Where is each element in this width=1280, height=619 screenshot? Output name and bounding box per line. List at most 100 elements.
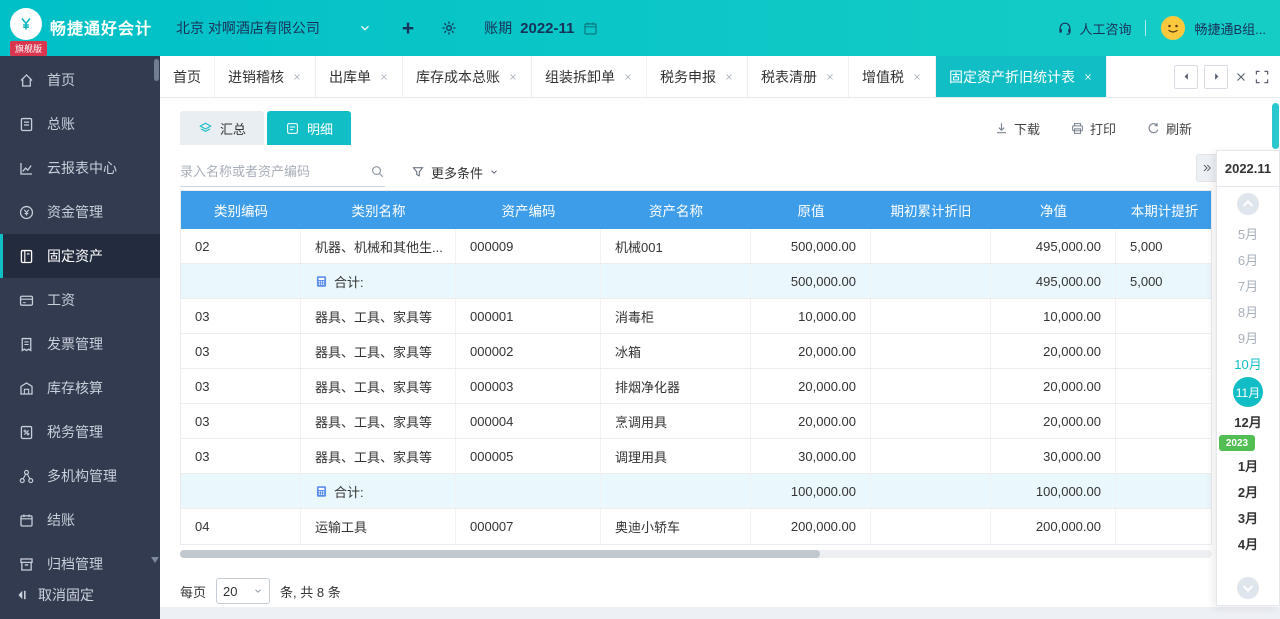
tab-close-icon[interactable]	[1083, 72, 1093, 82]
expand-toggle-button[interactable]	[1254, 69, 1270, 85]
tab-8[interactable]: 固定资产折旧统计表	[936, 56, 1107, 97]
month-item[interactable]: 7月	[1217, 273, 1279, 297]
search-icon[interactable]	[370, 164, 385, 179]
tab-2[interactable]: 出库单	[316, 56, 403, 97]
month-item[interactable]: 11月	[1217, 377, 1279, 407]
consult-label: 人工咨询	[1079, 19, 1131, 38]
tab-scroll-right-button[interactable]	[1204, 65, 1228, 89]
table-row[interactable]: 03器具、工具、家具等000003排烟净化器20,000.0020,000.00	[181, 369, 1211, 404]
per-page-select[interactable]: 20	[216, 578, 270, 604]
months-scroll-up-button[interactable]	[1237, 193, 1259, 215]
month-item[interactable]: 10月	[1217, 351, 1279, 375]
topbar-right: 人工咨询 畅捷通B组...	[1057, 15, 1280, 41]
tab-7[interactable]: 增值税	[849, 56, 936, 97]
consult-button[interactable]: 人工咨询	[1057, 19, 1131, 38]
table-subtotal-row: 合计:500,000.00495,000.005,000	[181, 264, 1211, 299]
month-item[interactable]: 9月	[1217, 325, 1279, 349]
table-cell: 10,000.00	[751, 299, 871, 333]
table-row[interactable]: 03器具、工具、家具等000002冰箱20,000.0020,000.00	[181, 334, 1211, 369]
table-cell	[1116, 299, 1213, 333]
tab-close-icon[interactable]	[724, 72, 734, 82]
month-item[interactable]: 3月	[1217, 505, 1279, 529]
tab-close-icon[interactable]	[379, 72, 389, 82]
funnel-icon	[411, 165, 425, 179]
view-tab-detail[interactable]: 明细	[267, 111, 351, 145]
table-cell	[871, 369, 991, 403]
horizontal-scrollbar-thumb[interactable]	[180, 550, 820, 558]
print-button[interactable]: 打印	[1070, 119, 1116, 138]
table-row[interactable]: 04运输工具000007奥迪小轿车200,000.00200,000.00	[181, 509, 1211, 544]
tab-scroll-left-button[interactable]	[1174, 65, 1198, 89]
tab-close-icon[interactable]	[912, 72, 922, 82]
tab-1[interactable]: 进销稽核	[215, 56, 316, 97]
months-scroll-down-button[interactable]	[1237, 577, 1259, 599]
table-cell: 30,000.00	[751, 439, 871, 473]
table-cell	[1116, 369, 1213, 403]
table-cell	[601, 264, 751, 298]
refresh-icon	[1146, 121, 1161, 136]
table-row[interactable]: 02机器、机械和其他生...000009机械001500,000.00495,0…	[181, 229, 1211, 264]
view-tab-summary[interactable]: 汇总	[180, 111, 264, 145]
sidebar-item-tax[interactable]: 税务管理	[0, 410, 160, 454]
sidebar-scroll-down-arrow[interactable]	[151, 557, 159, 563]
column-header: 类别名称	[301, 191, 456, 229]
sidebar-item-salary[interactable]: 工资	[0, 278, 160, 322]
table-row[interactable]: 03器具、工具、家具等000001消毒柜10,000.0010,000.00	[181, 299, 1211, 334]
period-panel: 2022.11 5月6月7月8月9月10月11月12月20231月2月3月4月	[1216, 150, 1280, 606]
month-item[interactable]: 12月	[1217, 409, 1279, 433]
sidebar-item-org[interactable]: 多机构管理	[0, 454, 160, 498]
unpin-sidebar-button[interactable]: 取消固定	[0, 581, 152, 609]
tab-strip: 首页进销稽核出库单库存成本总账组装拆卸单税务申报税表清册增值税固定资产折旧统计表	[160, 56, 1164, 97]
sidebar-scrollbar-thumb[interactable]	[154, 59, 159, 81]
month-item[interactable]: 6月	[1217, 247, 1279, 271]
more-conditions-button[interactable]: 更多条件	[411, 163, 499, 182]
tab-close-icon[interactable]	[623, 72, 633, 82]
month-item[interactable]: 2月	[1217, 479, 1279, 503]
sidebar-item-home[interactable]: 首页	[0, 58, 160, 102]
tab-close-icon[interactable]	[292, 72, 302, 82]
month-item[interactable]: 5月	[1217, 221, 1279, 245]
sidebar-item-closing[interactable]: 结账	[0, 498, 160, 542]
company-selector[interactable]: 北京 对啊酒店有限公司	[176, 18, 372, 38]
table-row[interactable]: 03器具、工具、家具等000005调理用具30,000.0030,000.00	[181, 439, 1211, 474]
user-name: 畅捷通B组...	[1194, 19, 1266, 38]
search-input[interactable]	[180, 164, 364, 179]
tab-5[interactable]: 税务申报	[647, 56, 748, 97]
period-panel-collapse-button[interactable]	[1196, 154, 1216, 182]
sidebar-item-archive[interactable]: 归档管理	[0, 542, 160, 586]
month-item[interactable]: 4月	[1217, 531, 1279, 555]
sidebar-item-invoice[interactable]: 发票管理	[0, 322, 160, 366]
month-item[interactable]: 8月	[1217, 299, 1279, 323]
sidebar-item-inventory[interactable]: 库存核算	[0, 366, 160, 410]
tab-0[interactable]: 首页	[160, 56, 215, 97]
sidebar-item-fixed-asset[interactable]: 固定资产	[0, 234, 160, 278]
inventory-icon	[18, 380, 35, 397]
table-row[interactable]: 03器具、工具、家具等000004烹调用具20,000.0020,000.00	[181, 404, 1211, 439]
refresh-button[interactable]: 刷新	[1146, 119, 1192, 138]
depreciation-table: 类别编码类别名称资产编码资产名称原值期初累计折旧净值本期计提折 02机器、机械和…	[180, 190, 1212, 545]
sidebar-item-cloud-report[interactable]: 云报表中心	[0, 146, 160, 190]
month-item[interactable]: 1月	[1217, 453, 1279, 477]
document-tabbar: 首页进销稽核出库单库存成本总账组装拆卸单税务申报税表清册增值税固定资产折旧统计表	[160, 56, 1280, 98]
tab-3[interactable]: 库存成本总账	[403, 56, 532, 97]
sidebar-item-ledger[interactable]: 总账	[0, 102, 160, 146]
add-button[interactable]: +	[402, 18, 414, 39]
user-menu[interactable]: 畅捷通B组...	[1160, 15, 1266, 41]
tab-close-icon[interactable]	[508, 72, 518, 82]
org-icon	[18, 468, 35, 485]
sidebar-item-fund[interactable]: 资金管理	[0, 190, 160, 234]
table-cell	[871, 334, 991, 368]
close-all-tabs-button[interactable]	[1234, 70, 1248, 84]
calendar-icon[interactable]	[582, 20, 599, 37]
settings-gear-icon[interactable]	[440, 19, 458, 37]
invoice-icon	[18, 336, 35, 353]
download-button[interactable]: 下载	[994, 119, 1040, 138]
sidebar-item-label: 固定资产	[47, 246, 103, 266]
company-name: 北京 对啊酒店有限公司	[176, 18, 320, 38]
tab-close-icon[interactable]	[825, 72, 835, 82]
table-cell: 20,000.00	[991, 369, 1116, 403]
content-scrollbar-thumb[interactable]	[1272, 103, 1279, 149]
tab-4[interactable]: 组装拆卸单	[532, 56, 647, 97]
tab-6[interactable]: 税表清册	[748, 56, 849, 97]
table-body: 02机器、机械和其他生...000009机械001500,000.00495,0…	[181, 229, 1211, 544]
